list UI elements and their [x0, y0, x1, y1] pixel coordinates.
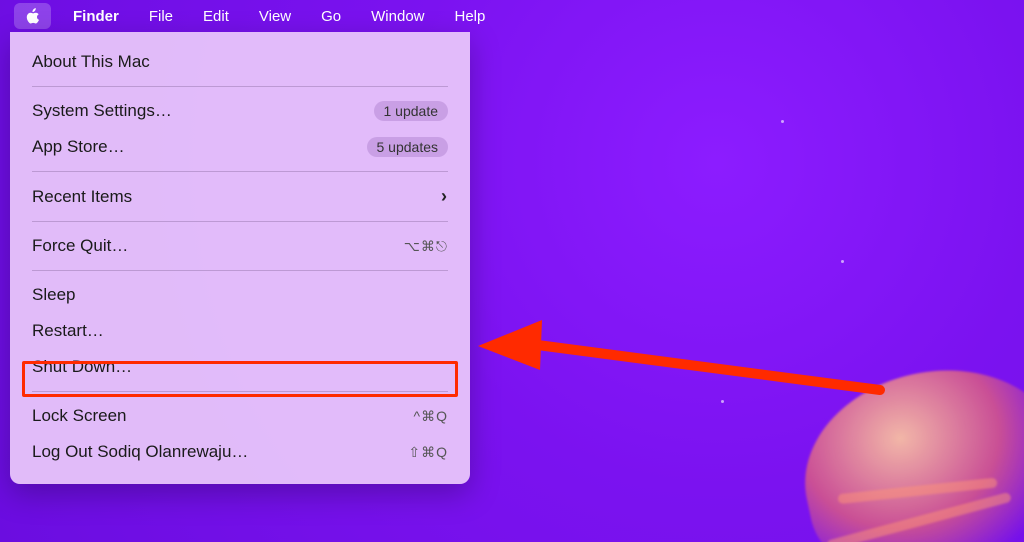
keyboard-shortcut: ⌥⌘⎋ — [404, 238, 448, 255]
menu-app-name[interactable]: Finder — [61, 4, 131, 29]
menu-app-store[interactable]: App Store… 5 updates — [10, 129, 470, 165]
menu-sleep[interactable]: Sleep — [10, 277, 470, 313]
chevron-right-icon: › — [441, 186, 448, 207]
menu-edit[interactable]: Edit — [191, 4, 241, 29]
menu-item-label: System Settings… — [32, 101, 374, 121]
menu-item-label: Recent Items — [32, 187, 441, 207]
menu-recent-items[interactable]: Recent Items › — [10, 178, 470, 215]
menu-separator — [32, 270, 448, 271]
menu-separator — [32, 391, 448, 392]
keyboard-shortcut: ^⌘Q — [414, 408, 448, 425]
wallpaper-jellyfish — [786, 347, 1024, 542]
menu-separator — [32, 171, 448, 172]
menu-bar: Finder File Edit View Go Window Help — [0, 0, 1024, 32]
menu-system-settings[interactable]: System Settings… 1 update — [10, 93, 470, 129]
update-badge: 1 update — [374, 101, 449, 121]
menu-item-label: Restart… — [32, 321, 448, 341]
apple-menu-dropdown: About This Mac System Settings… 1 update… — [10, 32, 470, 484]
menu-item-label: App Store… — [32, 137, 367, 157]
menu-window[interactable]: Window — [359, 4, 436, 29]
menu-item-label: Sleep — [32, 285, 448, 305]
menu-go[interactable]: Go — [309, 4, 353, 29]
menu-lock-screen[interactable]: Lock Screen ^⌘Q — [10, 398, 470, 434]
update-badge: 5 updates — [367, 137, 449, 157]
menu-item-label: About This Mac — [32, 52, 448, 72]
menu-separator — [32, 221, 448, 222]
menu-log-out[interactable]: Log Out Sodiq Olanrewaju… ⇧⌘Q — [10, 434, 470, 470]
wallpaper-particle — [781, 120, 784, 123]
menu-file[interactable]: File — [137, 4, 185, 29]
menu-separator — [32, 86, 448, 87]
annotation-arrow-icon — [470, 310, 890, 410]
menu-restart[interactable]: Restart… — [10, 313, 470, 349]
wallpaper-particle — [721, 400, 724, 403]
keyboard-shortcut: ⇧⌘Q — [408, 444, 448, 461]
menu-item-label: Log Out Sodiq Olanrewaju… — [32, 442, 408, 462]
menu-about-this-mac[interactable]: About This Mac — [10, 44, 470, 80]
menu-help[interactable]: Help — [443, 4, 498, 29]
menu-view[interactable]: View — [247, 4, 303, 29]
menu-item-label: Force Quit… — [32, 236, 404, 256]
menu-force-quit[interactable]: Force Quit… ⌥⌘⎋ — [10, 228, 470, 264]
menu-item-label: Shut Down… — [32, 357, 448, 377]
apple-logo-icon — [24, 6, 41, 26]
wallpaper-particle — [841, 260, 844, 263]
apple-menu-button[interactable] — [14, 3, 51, 29]
menu-shut-down[interactable]: Shut Down… — [10, 349, 470, 385]
menu-item-label: Lock Screen — [32, 406, 414, 426]
